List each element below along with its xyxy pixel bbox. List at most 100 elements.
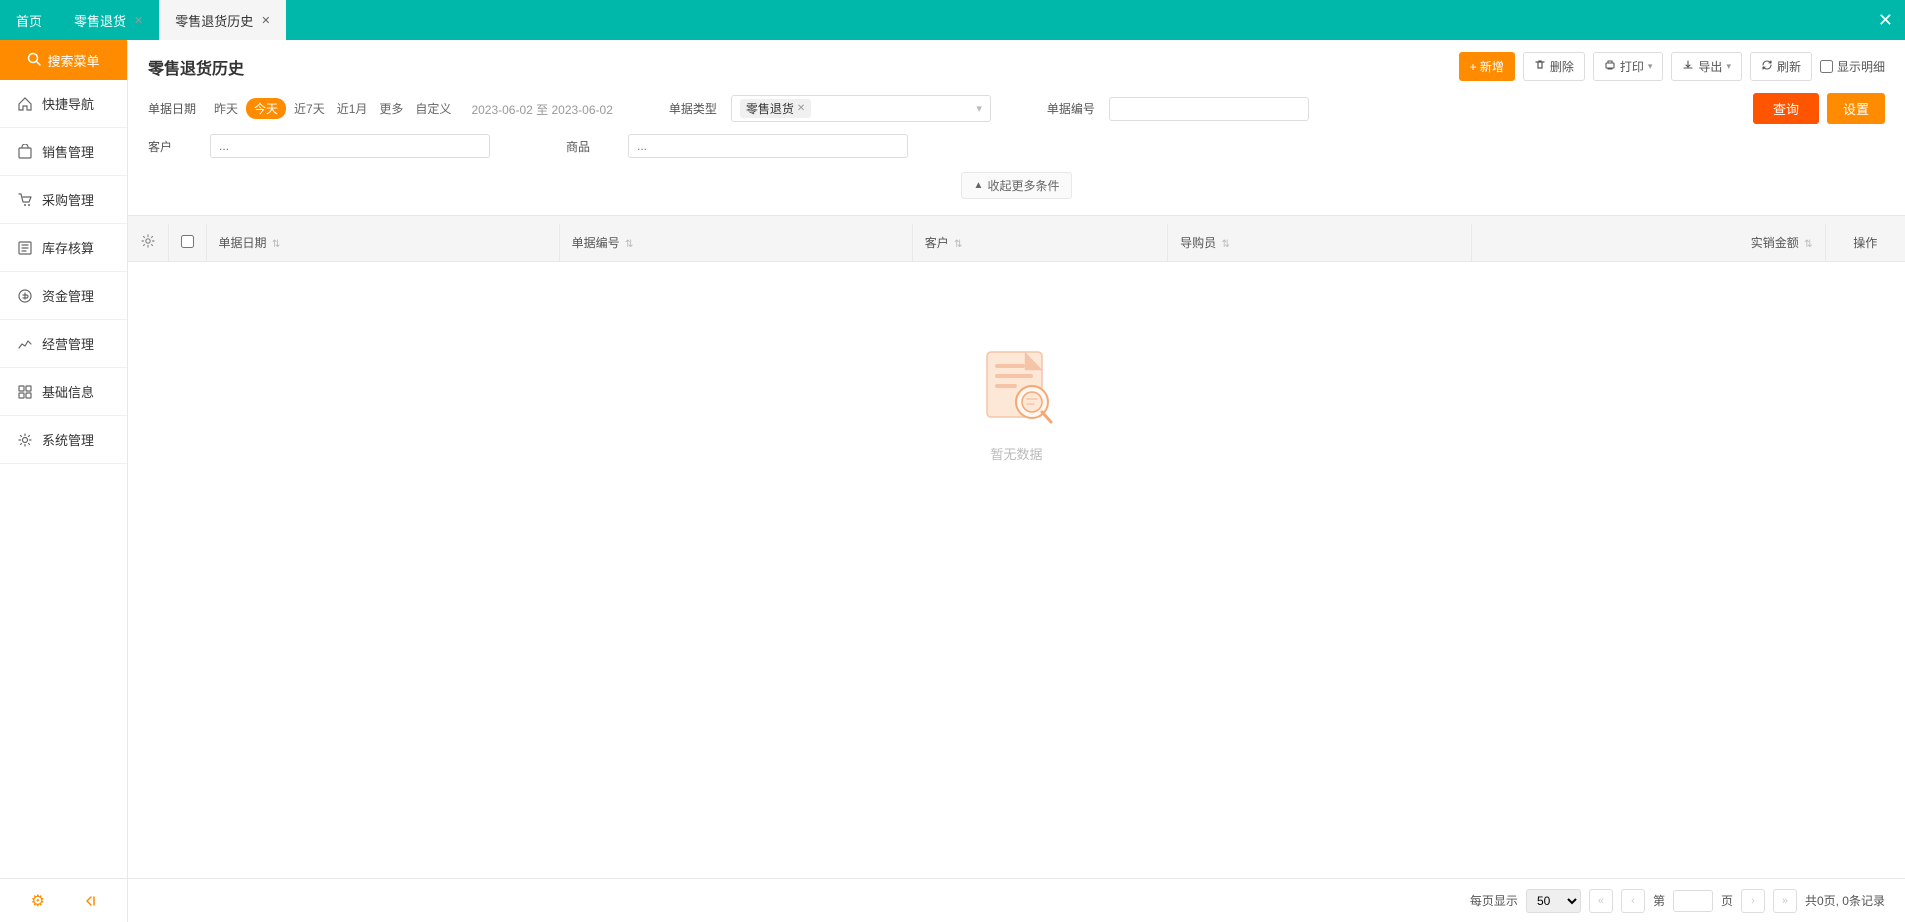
page-size-select[interactable]: 10 20 50 100: [1526, 889, 1581, 913]
sidebar-item-quick-nav[interactable]: 快捷导航: [0, 80, 127, 128]
th-guide[interactable]: 导购员 ⇅: [1168, 224, 1472, 262]
customer-filter-item: 客户: [148, 134, 490, 158]
export-dropdown-icon: ▾: [1726, 61, 1731, 72]
type-tag-close[interactable]: ✕: [797, 103, 805, 114]
collapse-icon: ▲: [974, 180, 984, 191]
select-all-checkbox[interactable]: [181, 235, 194, 248]
filter-area: 单据日期 昨天 今天 近7天 近1月 更多 自定义 2023-06-02 至 2…: [148, 93, 1885, 215]
sidebar-item-sales[interactable]: 销售管理: [0, 128, 127, 176]
sidebar-item-basic[interactable]: 基础信息: [0, 368, 127, 416]
table-container: 单据日期 ⇅ 单据编号 ⇅ 客户 ⇅ 导购员 ⇅: [128, 224, 1905, 878]
sidebar-item-purchase[interactable]: 采购管理: [0, 176, 127, 224]
sidebar-item-label: 资金管理: [42, 286, 94, 305]
sidebar-collapse-btn[interactable]: [75, 887, 103, 915]
date-yesterday[interactable]: 昨天: [210, 98, 242, 119]
close-tab-retail-return-history[interactable]: ✕: [261, 14, 270, 27]
number-filter-item: 单据编号: [1047, 97, 1309, 121]
empty-state: 暂无数据: [128, 262, 1905, 543]
sidebar-item-finance[interactable]: 资金管理: [0, 272, 127, 320]
top-nav: 首页 零售退货 ✕ 零售退货历史 ✕ ✕: [0, 0, 1905, 40]
number-filter-label: 单据编号: [1047, 100, 1103, 117]
inventory-icon: [16, 239, 34, 257]
sort-customer-icon: ⇅: [954, 239, 962, 250]
sidebar-menu: 快捷导航 销售管理 采购管理 库存核算: [0, 80, 127, 878]
toolbar: + 新增 删除 打印 ▾: [1459, 52, 1885, 81]
refresh-button[interactable]: 刷新: [1750, 52, 1812, 81]
table-header-row: 单据日期 ⇅ 单据编号 ⇅ 客户 ⇅ 导购员 ⇅: [128, 224, 1905, 262]
sidebar-item-label: 采购管理: [42, 190, 94, 209]
print-dropdown-icon: ▾: [1648, 61, 1653, 72]
th-amount[interactable]: 实销金额 ⇅: [1472, 224, 1825, 262]
sidebar-item-operation[interactable]: 经营管理: [0, 320, 127, 368]
number-filter-input[interactable]: [1109, 97, 1309, 121]
page-number-input[interactable]: 1: [1673, 890, 1713, 912]
empty-text: 暂无数据: [990, 444, 1042, 463]
add-button[interactable]: + 新增: [1459, 52, 1515, 81]
tab-home[interactable]: 首页: [0, 0, 58, 40]
export-button[interactable]: 导出 ▾: [1671, 52, 1742, 81]
sidebar-item-label: 系统管理: [42, 430, 94, 449]
date-today[interactable]: 今天: [246, 98, 286, 119]
customer-filter-input[interactable]: [210, 134, 490, 158]
date-7days[interactable]: 近7天: [290, 98, 329, 119]
close-tab-retail-return[interactable]: ✕: [134, 14, 143, 27]
last-page-btn[interactable]: »: [1773, 889, 1797, 913]
goods-filter-item: 商品: [566, 134, 908, 158]
prev-page-btn[interactable]: ‹: [1621, 889, 1645, 913]
next-page-btn[interactable]: ›: [1741, 889, 1765, 913]
delete-button[interactable]: 删除: [1523, 52, 1585, 81]
pagination: 每页显示 10 20 50 100 « ‹ 第 1 页 › » 共0页, 0条记…: [128, 878, 1905, 922]
date-1month[interactable]: 近1月: [333, 98, 372, 119]
sales-icon: [16, 143, 34, 161]
query-button[interactable]: 查询: [1753, 93, 1819, 124]
page-header: 零售退货历史 + 新增 删除 打印: [128, 40, 1905, 216]
print-button[interactable]: 打印 ▾: [1593, 52, 1664, 81]
main-layout: 搜索菜单 快捷导航 销售管理 采购管理: [0, 40, 1905, 922]
th-check[interactable]: [168, 224, 206, 262]
first-page-btn[interactable]: «: [1589, 889, 1613, 913]
type-dropdown-icon[interactable]: ▾: [976, 102, 982, 115]
page-size-label: 每页显示: [1470, 892, 1518, 909]
page-total: 共0页, 0条记录: [1805, 892, 1885, 909]
sort-guide-icon: ⇅: [1221, 239, 1229, 250]
sidebar-item-system[interactable]: 系统管理: [0, 416, 127, 464]
data-table: 单据日期 ⇅ 单据编号 ⇅ 客户 ⇅ 导购员 ⇅: [128, 224, 1905, 543]
goods-filter-label: 商品: [566, 138, 622, 155]
empty-state-row: 暂无数据: [128, 262, 1905, 544]
tab-retail-return-history[interactable]: 零售退货历史 ✕: [159, 0, 286, 40]
date-custom[interactable]: 自定义: [411, 98, 455, 119]
th-customer[interactable]: 客户 ⇅: [912, 224, 1167, 262]
show-detail-checkbox-label[interactable]: 显示明细: [1820, 58, 1885, 75]
th-gear[interactable]: [128, 224, 168, 262]
sidebar-search[interactable]: 搜索菜单: [0, 40, 127, 80]
sidebar-search-label: 搜索菜单: [47, 51, 99, 70]
sidebar-item-label: 基础信息: [42, 382, 94, 401]
tab-retail-return[interactable]: 零售退货 ✕: [58, 0, 159, 40]
date-filter-item: 单据日期 昨天 今天 近7天 近1月 更多 自定义: [148, 98, 455, 119]
sidebar: 搜索菜单 快捷导航 销售管理 采购管理: [0, 40, 128, 922]
delete-icon: [1534, 59, 1546, 74]
date-more[interactable]: 更多: [375, 98, 407, 119]
print-icon: [1604, 59, 1616, 74]
setting-button[interactable]: 设置: [1827, 93, 1885, 124]
basic-icon: [16, 383, 34, 401]
sidebar-settings-btn[interactable]: ⚙: [24, 887, 52, 915]
type-tag-input[interactable]: 零售退货 ✕ ▾: [731, 95, 991, 122]
th-number[interactable]: 单据编号 ⇅: [559, 224, 912, 262]
collapse-button[interactable]: ▲ 收起更多条件: [961, 172, 1073, 199]
system-icon: [16, 431, 34, 449]
filter-row-2: 客户 商品: [148, 134, 1885, 158]
goods-filter-input[interactable]: [628, 134, 908, 158]
th-date[interactable]: 单据日期 ⇅: [206, 224, 559, 262]
page-label: 第: [1653, 892, 1665, 909]
nav-tabs: 首页 零售退货 ✕ 零售退货历史 ✕: [0, 0, 1878, 40]
sidebar-item-label: 快捷导航: [42, 94, 94, 113]
page-unit: 页: [1721, 892, 1733, 909]
sidebar-item-inventory[interactable]: 库存核算: [0, 224, 127, 272]
close-window-btn[interactable]: ✕: [1878, 10, 1893, 31]
date-range-text: 2023-06-02 至 2023-06-02: [471, 101, 612, 118]
show-detail-checkbox[interactable]: [1820, 60, 1833, 73]
page-title: 零售退货历史: [148, 55, 244, 79]
date-range-item: 2023-06-02 至 2023-06-02: [471, 99, 612, 118]
sort-date-icon: ⇅: [272, 239, 280, 250]
